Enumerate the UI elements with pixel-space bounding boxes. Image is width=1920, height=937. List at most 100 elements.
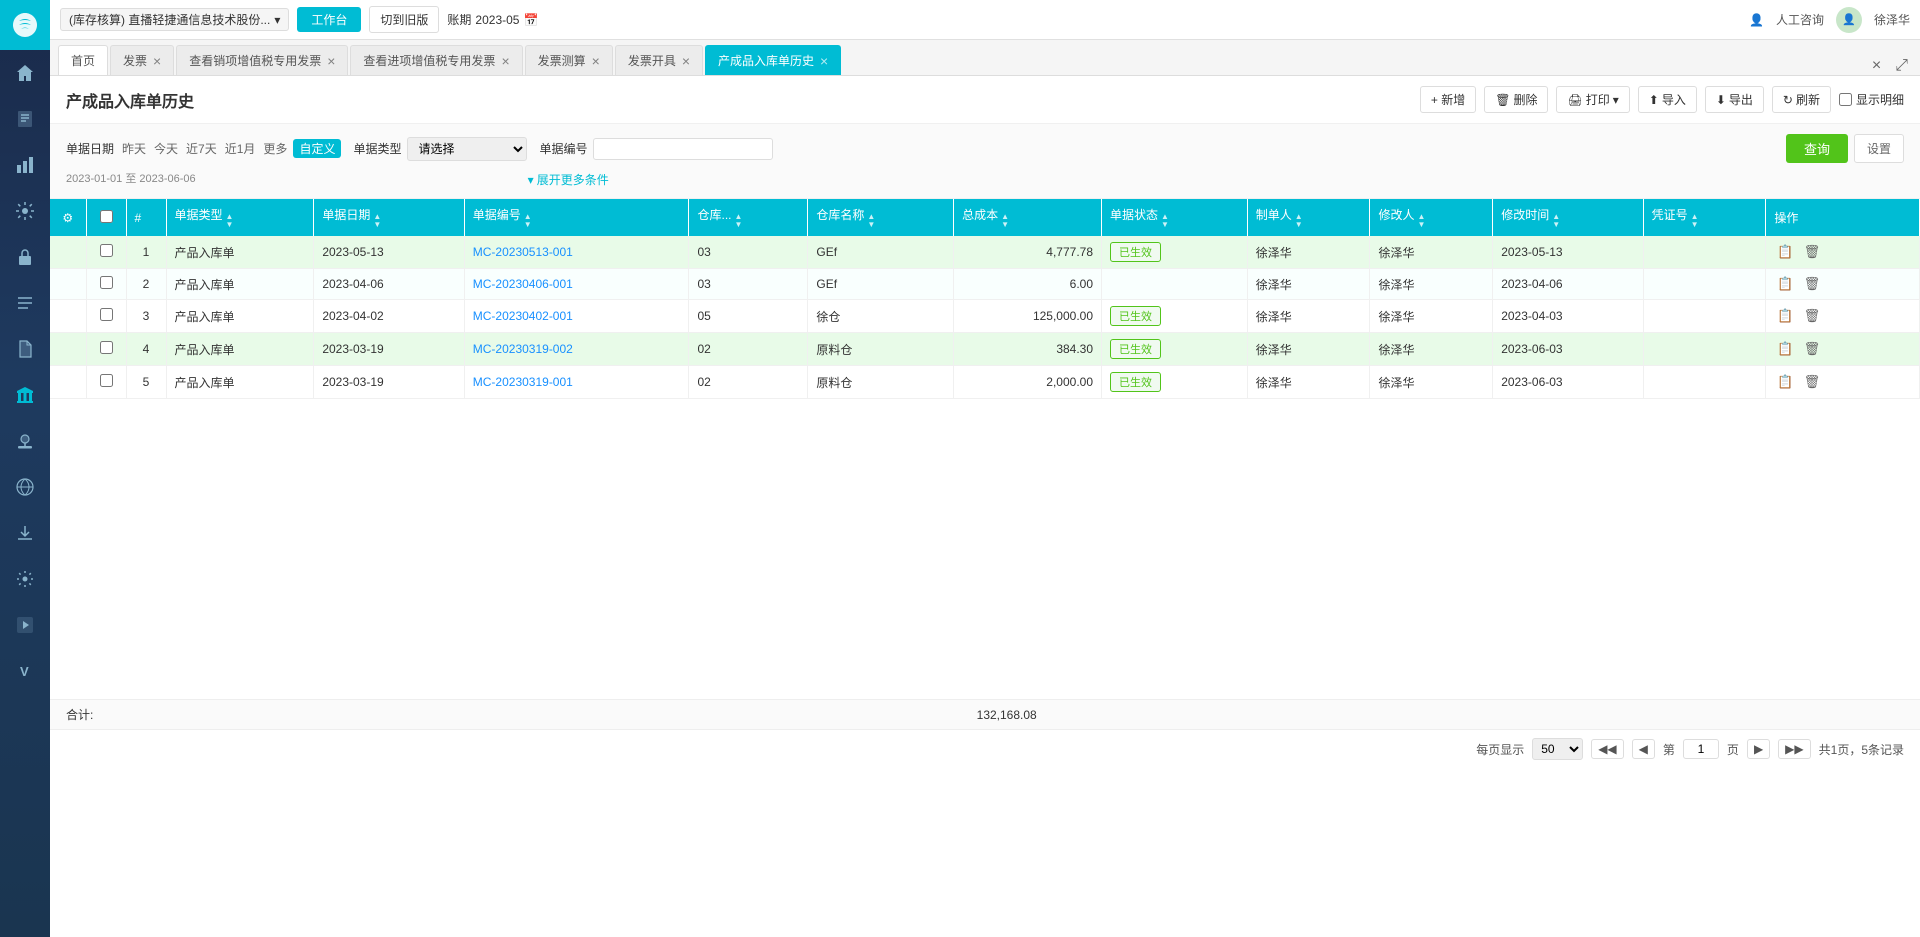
tab-fullscreen-button[interactable]: ⤢ [1891, 57, 1912, 75]
print-button[interactable]: 🖨 打印 ▾ [1556, 86, 1629, 113]
row-delete-button[interactable]: 🗑 [1801, 243, 1824, 261]
delete-button[interactable]: 🗑 删除 [1484, 86, 1548, 113]
date-1month[interactable]: 近1月 [223, 140, 258, 157]
type-select[interactable]: 请选择 产品入库单 [407, 137, 527, 161]
row-edit-button[interactable]: 📋 [1774, 307, 1796, 325]
row-delete-button[interactable]: 🗑 [1801, 307, 1824, 325]
next-page-button[interactable]: ▶ [1747, 739, 1770, 759]
company-selector[interactable]: (库存核算) 直播轻捷通信息技术股份... ▾ [60, 8, 289, 31]
th-date[interactable]: 单据日期▲▼ [314, 199, 464, 236]
sidebar-item-list[interactable] [0, 280, 50, 326]
import-button[interactable]: ⬆ 导入 [1638, 86, 1697, 113]
th-type[interactable]: 单据类型▲▼ [166, 199, 314, 236]
tab-sales-vat[interactable]: 查看销项增值税专用发票 × [176, 45, 348, 75]
tab-invoice-open[interactable]: 发票开具 × [615, 45, 703, 75]
row-checkbox[interactable] [100, 308, 113, 321]
td-checkbox[interactable] [86, 236, 126, 269]
row-checkbox[interactable] [100, 244, 113, 257]
switch-version-button[interactable]: 切到旧版 [369, 6, 439, 33]
refresh-button[interactable]: ↻ 刷新 [1772, 86, 1831, 113]
sidebar-item-globe[interactable] [0, 464, 50, 510]
tab-invoice-calc[interactable]: 发票测算 × [525, 45, 613, 75]
show-detail-checkbox[interactable] [1839, 93, 1852, 106]
sidebar-item-play[interactable] [0, 602, 50, 648]
tab-sales-vat-close[interactable]: × [327, 54, 335, 68]
tab-invoice-open-close[interactable]: × [682, 54, 690, 68]
per-page-select[interactable]: 50 20 100 [1532, 738, 1583, 760]
workbench-button[interactable]: 工作台 [297, 7, 361, 32]
sidebar-item-home[interactable] [0, 50, 50, 96]
td-checkbox[interactable] [86, 333, 126, 366]
export-button[interactable]: ⬇ 导出 [1705, 86, 1764, 113]
help-label[interactable]: 人工咨询 [1776, 11, 1824, 28]
date-custom[interactable]: 自定义 [293, 139, 341, 158]
first-page-button[interactable]: ◀◀ [1591, 739, 1623, 759]
td-checkbox[interactable] [86, 366, 126, 399]
tab-product-history[interactable]: 产成品入库单历史 × [705, 45, 841, 75]
td-code[interactable]: MC-20230513-001 [464, 236, 689, 269]
td-code[interactable]: MC-20230319-002 [464, 333, 689, 366]
code-input[interactable] [593, 138, 773, 160]
pagination: 每页显示 50 20 100 ◀◀ ◀ 第 页 ▶ ▶▶ 共1页，5条记录 [50, 729, 1920, 768]
th-checkbox[interactable] [86, 199, 126, 236]
tab-invoice-calc-close[interactable]: × [592, 54, 600, 68]
tab-home[interactable]: 首页 [58, 45, 108, 75]
show-detail-checkbox-label[interactable]: 显示明细 [1839, 91, 1904, 108]
th-warehouse-code[interactable]: 仓库...▲▼ [689, 199, 808, 236]
sidebar-item-v[interactable]: V [0, 648, 50, 694]
setting-button[interactable]: 设置 [1854, 134, 1904, 163]
sidebar-item-download[interactable] [0, 510, 50, 556]
row-edit-button[interactable]: 📋 [1774, 340, 1796, 358]
sidebar-item-gear[interactable] [0, 556, 50, 602]
date-yesterday[interactable]: 昨天 [120, 140, 148, 157]
sidebar-item-lock[interactable] [0, 234, 50, 280]
expand-conditions-button[interactable]: ▾ 展开更多条件 [528, 171, 609, 188]
tab-invoice-close[interactable]: × [153, 54, 161, 68]
username[interactable]: 徐泽华 [1874, 11, 1910, 28]
td-checkbox[interactable] [86, 300, 126, 333]
th-voucher[interactable]: 凭证号▲▼ [1643, 199, 1766, 236]
td-code[interactable]: MC-20230402-001 [464, 300, 689, 333]
last-page-button[interactable]: ▶▶ [1778, 739, 1810, 759]
date-today[interactable]: 今天 [152, 140, 180, 157]
th-warehouse-name[interactable]: 仓库名称▲▼ [808, 199, 954, 236]
th-modifier[interactable]: 修改人▲▼ [1370, 199, 1493, 236]
row-edit-button[interactable]: 📋 [1774, 373, 1796, 391]
sidebar-item-chart[interactable] [0, 142, 50, 188]
row-checkbox[interactable] [100, 374, 113, 387]
row-delete-button[interactable]: 🗑 [1801, 340, 1824, 358]
row-checkbox[interactable] [100, 341, 113, 354]
sidebar-item-stamp[interactable] [0, 418, 50, 464]
date-more[interactable]: 更多 [261, 140, 289, 157]
tab-close-all-button[interactable]: × [1868, 57, 1885, 75]
td-code[interactable]: MC-20230406-001 [464, 269, 689, 300]
select-all-checkbox[interactable] [100, 210, 113, 223]
th-total-cost[interactable]: 总成本▲▼ [954, 199, 1102, 236]
th-creator[interactable]: 制单人▲▼ [1247, 199, 1370, 236]
page-input[interactable] [1683, 739, 1719, 759]
td-checkbox[interactable] [86, 269, 126, 300]
th-settings[interactable]: ⚙ [50, 199, 86, 236]
sidebar-item-invoice[interactable] [0, 96, 50, 142]
th-modify-time[interactable]: 修改时间▲▼ [1493, 199, 1643, 236]
tab-purchase-vat[interactable]: 查看进项增值税专用发票 × [350, 45, 522, 75]
sidebar-item-settings[interactable] [0, 188, 50, 234]
row-edit-button[interactable]: 📋 [1774, 275, 1796, 293]
new-button[interactable]: + 新增 [1420, 86, 1476, 113]
row-delete-button[interactable]: 🗑 [1801, 275, 1824, 293]
query-button[interactable]: 查询 [1786, 134, 1848, 163]
prev-page-button[interactable]: ◀ [1632, 739, 1655, 759]
sidebar-item-doc[interactable] [0, 326, 50, 372]
row-delete-button[interactable]: 🗑 [1801, 373, 1824, 391]
tab-purchase-vat-close[interactable]: × [501, 54, 509, 68]
tab-product-history-close[interactable]: × [820, 54, 828, 68]
tab-invoice[interactable]: 发票 × [110, 45, 174, 75]
th-code[interactable]: 单据编号▲▼ [464, 199, 689, 236]
td-code[interactable]: MC-20230319-001 [464, 366, 689, 399]
th-status[interactable]: 单据状态▲▼ [1102, 199, 1248, 236]
row-edit-button[interactable]: 📋 [1774, 243, 1796, 261]
sidebar-item-inventory[interactable] [0, 372, 50, 418]
date-7days[interactable]: 近7天 [184, 140, 219, 157]
row-checkbox[interactable] [100, 276, 113, 289]
footer-summary: 合计: 132,168.08 [50, 699, 1920, 729]
